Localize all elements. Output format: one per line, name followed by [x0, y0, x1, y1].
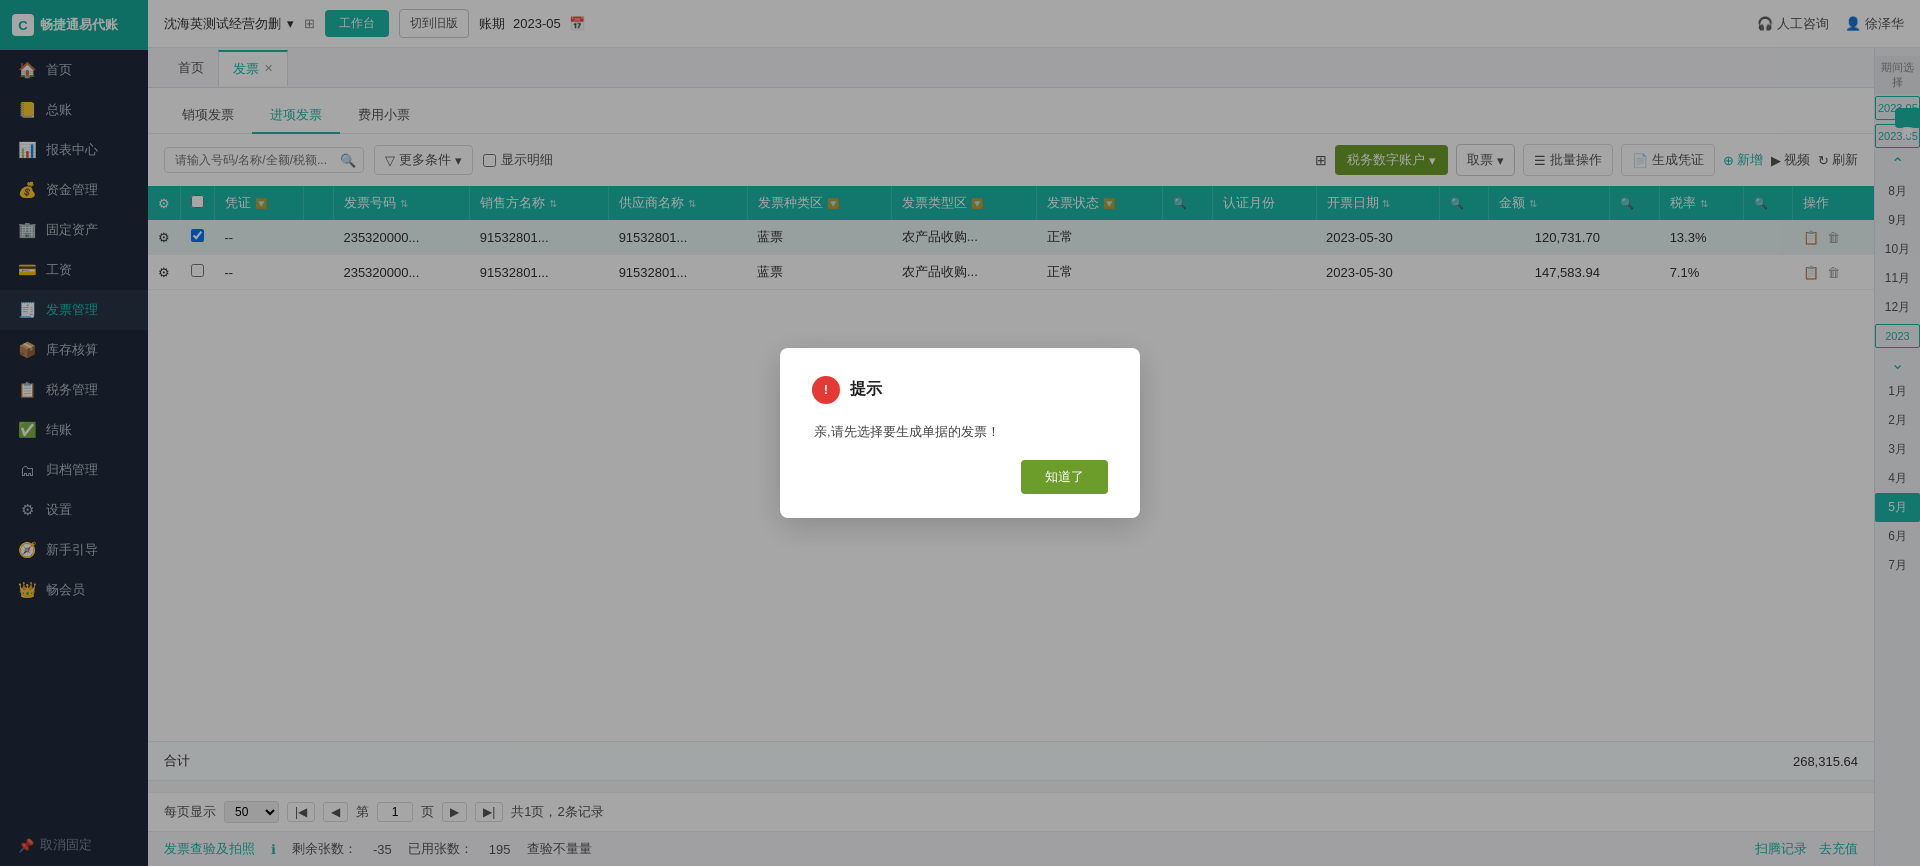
modal-confirm-button[interactable]: 知道了	[1021, 460, 1108, 494]
modal-dialog: ! 提示 亲,请先选择要生成单据的发票！ 知道了	[780, 348, 1140, 519]
modal-footer: 知道了	[812, 460, 1108, 494]
warning-icon: !	[812, 376, 840, 404]
modal-overlay: ! 提示 亲,请先选择要生成单据的发票！ 知道了	[0, 0, 1920, 866]
modal-body: 亲,请先选择要生成单据的发票！	[812, 422, 1108, 443]
modal-header: ! 提示	[812, 376, 1108, 404]
modal-message: 亲,请先选择要生成单据的发票！	[814, 424, 1000, 439]
modal-title: 提示	[850, 379, 882, 400]
